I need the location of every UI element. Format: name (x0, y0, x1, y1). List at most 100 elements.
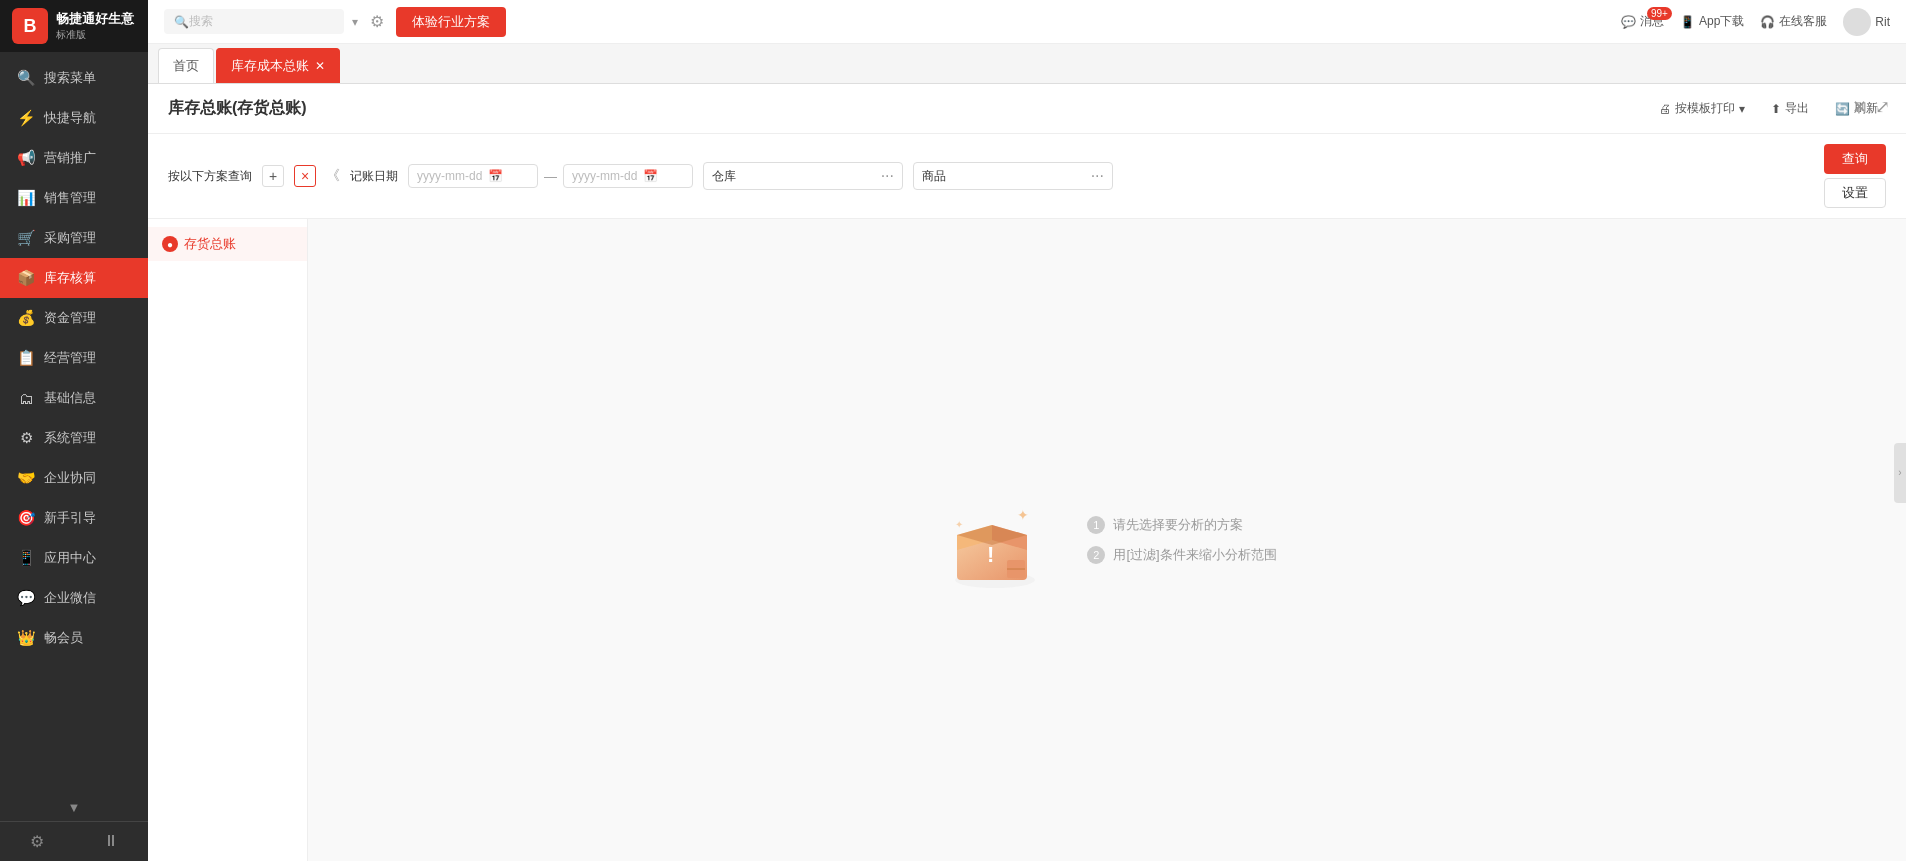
page-actions: 🖨 按模板打印 ▾ ⬆ 导出 🔄 刷新 (1651, 96, 1886, 121)
sidebar-item-quick-nav[interactable]: ⚡ 快捷导航 (0, 98, 148, 138)
sidebar-item-label: 库存核算 (44, 269, 96, 287)
close-panel-icon[interactable]: ✕ (1852, 96, 1867, 118)
logo-icon: B (12, 8, 48, 44)
scheme-item-icon: ● (162, 236, 178, 252)
panel-controls: ✕ ⤢ (1852, 96, 1890, 118)
sidebar-item-label: 畅会员 (44, 629, 83, 647)
member-icon: 👑 (16, 628, 36, 648)
sidebar-item-label: 采购管理 (44, 229, 96, 247)
svg-text:✦: ✦ (1017, 507, 1029, 523)
online-service-btn[interactable]: 🎧 在线客服 (1760, 13, 1827, 30)
print-template-btn[interactable]: 🖨 按模板打印 ▾ (1651, 96, 1753, 121)
main-area: 🔍 搜索 ▾ ⚙ 体验行业方案 💬 消息 99+ 📱 App下载 🎧 在线客服 … (148, 0, 1906, 861)
export-btn[interactable]: ⬆ 导出 (1763, 96, 1817, 121)
scheme-item-inventory-ledger[interactable]: ● 存货总账 (148, 227, 307, 261)
collapse-footer-icon[interactable]: ⏸ (103, 832, 119, 851)
empty-tips: 1 请先选择要分析的方案 2 用[过滤]条件来缩小分析范围 (1087, 516, 1276, 564)
sidebar-item-inventory[interactable]: 📦 库存核算 (0, 258, 148, 298)
headset-icon: 🎧 (1760, 15, 1775, 29)
sidebar-item-label: 新手引导 (44, 509, 96, 527)
query-btn[interactable]: 查询 (1824, 144, 1886, 174)
settings-footer-icon[interactable]: ⚙ (30, 832, 44, 851)
scheme-panel: ● 存货总账 (148, 219, 1906, 861)
management-icon: 📋 (16, 348, 36, 368)
marketing-icon: 📢 (16, 148, 36, 168)
sidebar-item-purchase[interactable]: 🛒 采购管理 (0, 218, 148, 258)
industry-btn[interactable]: 体验行业方案 (396, 7, 506, 37)
capital-icon: 💰 (16, 308, 36, 328)
sidebar-item-guide[interactable]: 🎯 新手引导 (0, 498, 148, 538)
sidebar-item-label: 基础信息 (44, 389, 96, 407)
date-end-placeholder: yyyy-mm-dd (572, 169, 637, 183)
refresh-icon: 🔄 (1835, 102, 1850, 116)
sidebar-item-label: 搜索菜单 (44, 69, 96, 87)
filter-collapse-icon[interactable]: 《 (326, 167, 340, 185)
topbar-right: 💬 消息 99+ 📱 App下载 🎧 在线客服 Rit (1621, 8, 1890, 36)
topbar-search[interactable]: 🔍 搜索 (164, 9, 344, 34)
tip-num-1: 1 (1087, 516, 1105, 534)
date-start-input[interactable]: yyyy-mm-dd 📅 (408, 164, 538, 188)
calendar-start-icon[interactable]: 📅 (488, 169, 503, 183)
tab-home-label: 首页 (173, 57, 199, 75)
calendar-end-icon[interactable]: 📅 (643, 169, 658, 183)
cooperation-icon: 🤝 (16, 468, 36, 488)
topbar: 🔍 搜索 ▾ ⚙ 体验行业方案 💬 消息 99+ 📱 App下载 🎧 在线客服 … (148, 0, 1906, 44)
tab-close-icon[interactable]: ✕ (315, 60, 325, 72)
online-service-label: 在线客服 (1779, 13, 1827, 30)
tabbar: 首页 库存成本总账 ✕ (148, 44, 1906, 84)
sidebar-item-app-center[interactable]: 📱 应用中心 (0, 538, 148, 578)
date-separator: — (544, 169, 557, 184)
sidebar-item-label: 快捷导航 (44, 109, 96, 127)
topbar-search-placeholder: 搜索 (189, 13, 213, 30)
goods-select[interactable]: 商品 ··· (913, 162, 1113, 190)
search-icon: 🔍 (16, 68, 36, 88)
right-panel-handle[interactable]: › (1894, 443, 1906, 503)
empty-illustration: ✦ ✦ ! (937, 480, 1057, 600)
sidebar-item-label: 应用中心 (44, 549, 96, 567)
user-avatar[interactable]: Rit (1843, 8, 1890, 36)
phone-icon: 📱 (1680, 15, 1695, 29)
basic-info-icon: 🗂 (16, 388, 36, 408)
tip-text-1: 请先选择要分析的方案 (1113, 516, 1243, 534)
purchase-icon: 🛒 (16, 228, 36, 248)
sidebar-item-system[interactable]: ⚙ 系统管理 (0, 418, 148, 458)
settings-btn[interactable]: 设置 (1824, 178, 1886, 208)
sidebar-item-cooperation[interactable]: 🤝 企业协同 (0, 458, 148, 498)
sidebar-item-wechat[interactable]: 💬 企业微信 (0, 578, 148, 618)
date-label: 记账日期 (350, 168, 398, 185)
sidebar-item-label: 企业协同 (44, 469, 96, 487)
svg-text:!: ! (987, 542, 994, 567)
warehouse-select[interactable]: 仓库 ··· (703, 162, 903, 190)
filter-add-btn[interactable]: + (262, 165, 284, 187)
sidebar-item-capital[interactable]: 💰 资金管理 (0, 298, 148, 338)
date-end-input[interactable]: yyyy-mm-dd 📅 (563, 164, 693, 188)
filter-del-btn[interactable]: × (294, 165, 316, 187)
sidebar-item-management[interactable]: 📋 经营管理 (0, 338, 148, 378)
scheme-sidebar: ● 存货总账 (148, 219, 308, 861)
sidebar-item-search[interactable]: 🔍 搜索菜单 (0, 58, 148, 98)
logo-text: 畅捷通好生意 标准版 (56, 11, 134, 41)
action-btns: 查询 设置 (1824, 144, 1886, 208)
wechat-icon: 💬 (16, 588, 36, 608)
expand-panel-icon[interactable]: ⤢ (1875, 96, 1890, 118)
sidebar-item-sales[interactable]: 📊 销售管理 (0, 178, 148, 218)
topbar-gear-icon[interactable]: ⚙ (370, 12, 384, 31)
sidebar-item-marketing[interactable]: 📢 营销推广 (0, 138, 148, 178)
sidebar-item-member[interactable]: 👑 畅会员 (0, 618, 148, 658)
sidebar-item-label: 系统管理 (44, 429, 96, 447)
tab-inventory-ledger[interactable]: 库存成本总账 ✕ (216, 48, 340, 83)
sidebar: B 畅捷通好生意 标准版 🔍 搜索菜单 ⚡ 快捷导航 📢 营销推广 📊 销售管理… (0, 0, 148, 861)
sidebar-item-basic-info[interactable]: 🗂 基础信息 (0, 378, 148, 418)
topbar-chevron-icon[interactable]: ▾ (352, 15, 358, 29)
scroll-down-button[interactable]: ▼ (0, 793, 148, 821)
message-btn[interactable]: 💬 消息 99+ (1621, 13, 1664, 30)
edition-label: 标准版 (56, 28, 134, 41)
empty-tip-1: 1 请先选择要分析的方案 (1087, 516, 1276, 534)
app-download-btn[interactable]: 📱 App下载 (1680, 13, 1744, 30)
sidebar-item-label: 营销推广 (44, 149, 96, 167)
filter-bar: 按以下方案查询 + × 《 记账日期 yyyy-mm-dd 📅 — yyyy-m… (148, 134, 1906, 219)
page-title: 库存总账(存货总账) (168, 98, 307, 119)
tab-home[interactable]: 首页 (158, 48, 214, 83)
empty-content: ✦ ✦ ! 1 请先选择要分析的方案 2 (937, 480, 1276, 600)
sidebar-logo: B 畅捷通好生意 标准版 (0, 0, 148, 52)
